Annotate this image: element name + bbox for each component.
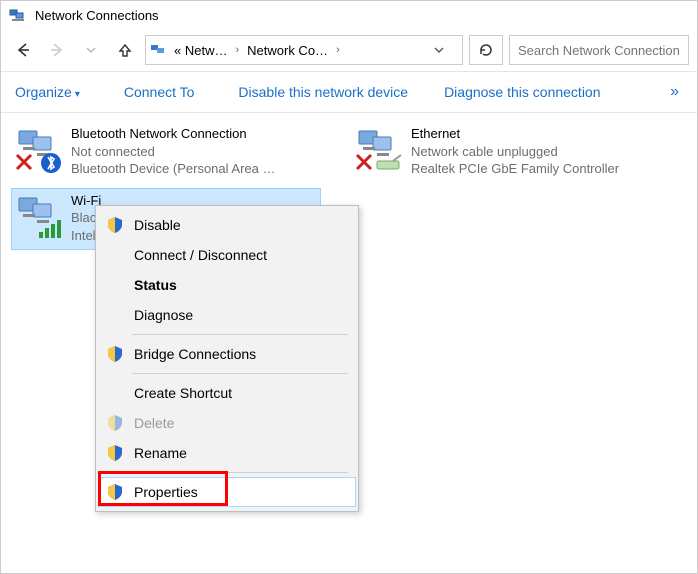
breadcrumb-icon <box>150 42 168 58</box>
breadcrumb-seg-2[interactable]: Network Co… <box>243 43 332 58</box>
menu-item-diagnose[interactable]: Diagnose <box>98 300 356 330</box>
connection-status: Not connected <box>71 143 276 161</box>
menu-item-label: Bridge Connections <box>134 346 346 362</box>
connection-name: Bluetooth Network Connection <box>71 125 276 143</box>
menu-item-label: Disable <box>134 217 346 233</box>
menu-item-delete: Delete <box>98 408 356 438</box>
shield-icon <box>106 484 124 500</box>
content-area: Bluetooth Network Connection Not connect… <box>1 113 697 258</box>
connection-status: Network cable unplugged <box>411 143 619 161</box>
up-button[interactable] <box>111 36 139 64</box>
breadcrumb-dropdown-button[interactable] <box>434 45 458 55</box>
toolbar-overflow-button[interactable]: » <box>664 83 685 101</box>
navbar: « Netw… › Network Co… › <box>1 29 697 72</box>
refresh-button[interactable] <box>469 35 503 65</box>
context-menu: Disable Connect / Disconnect Status Diag… <box>95 205 359 512</box>
chevron-right-icon[interactable]: › <box>334 44 342 56</box>
breadcrumb[interactable]: « Netw… › Network Co… › <box>145 35 463 65</box>
shield-icon <box>106 217 124 233</box>
chevron-down-icon: ▾ <box>75 89 80 100</box>
toolbar: Organize▾ Connect To Disable this networ… <box>1 72 697 113</box>
app-icon <box>9 7 27 23</box>
disable-device-button[interactable]: Disable this network device <box>236 80 410 104</box>
shield-icon <box>106 415 124 431</box>
ethernet-connection-icon <box>355 125 403 173</box>
breadcrumb-seg-1[interactable]: « Netw… <box>170 43 231 58</box>
shield-icon <box>106 346 124 362</box>
menu-item-disable[interactable]: Disable <box>98 210 356 240</box>
organize-button[interactable]: Organize▾ <box>13 80 82 104</box>
menu-item-label: Status <box>134 277 346 293</box>
connection-item-ethernet[interactable]: Ethernet Network cable unplugged Realtek… <box>351 121 661 184</box>
menu-item-label: Diagnose <box>134 307 346 323</box>
menu-item-connect-disconnect[interactable]: Connect / Disconnect <box>98 240 356 270</box>
connection-item-bluetooth[interactable]: Bluetooth Network Connection Not connect… <box>11 121 321 184</box>
bluetooth-connection-icon <box>15 125 63 173</box>
menu-item-create-shortcut[interactable]: Create Shortcut <box>98 378 356 408</box>
menu-item-label: Create Shortcut <box>134 385 346 401</box>
menu-item-label: Delete <box>134 415 346 431</box>
menu-item-rename[interactable]: Rename <box>98 438 356 468</box>
titlebar: Network Connections <box>1 1 697 29</box>
wifi-connection-icon <box>15 192 63 240</box>
diagnose-connection-button[interactable]: Diagnose this connection <box>442 80 602 104</box>
shield-icon <box>106 445 124 461</box>
organize-label: Organize <box>15 84 72 100</box>
menu-separator <box>132 373 348 374</box>
menu-item-properties[interactable]: Properties <box>98 477 356 507</box>
menu-separator <box>132 334 348 335</box>
menu-item-bridge[interactable]: Bridge Connections <box>98 339 356 369</box>
back-button[interactable] <box>9 36 37 64</box>
recent-locations-button[interactable] <box>77 36 105 64</box>
connection-device: Realtek PCIe GbE Family Controller <box>411 160 619 178</box>
chevron-right-icon[interactable]: › <box>233 44 241 56</box>
forward-button[interactable] <box>43 36 71 64</box>
menu-item-label: Connect / Disconnect <box>134 247 346 263</box>
search-input[interactable] <box>509 35 689 65</box>
menu-separator <box>132 472 348 473</box>
connection-name: Ethernet <box>411 125 619 143</box>
menu-item-label: Properties <box>134 484 346 500</box>
connect-to-button[interactable]: Connect To <box>122 80 197 104</box>
menu-item-label: Rename <box>134 445 346 461</box>
window-title: Network Connections <box>35 8 159 23</box>
connection-device: Bluetooth Device (Personal Area … <box>71 160 276 178</box>
menu-item-status[interactable]: Status <box>98 270 356 300</box>
